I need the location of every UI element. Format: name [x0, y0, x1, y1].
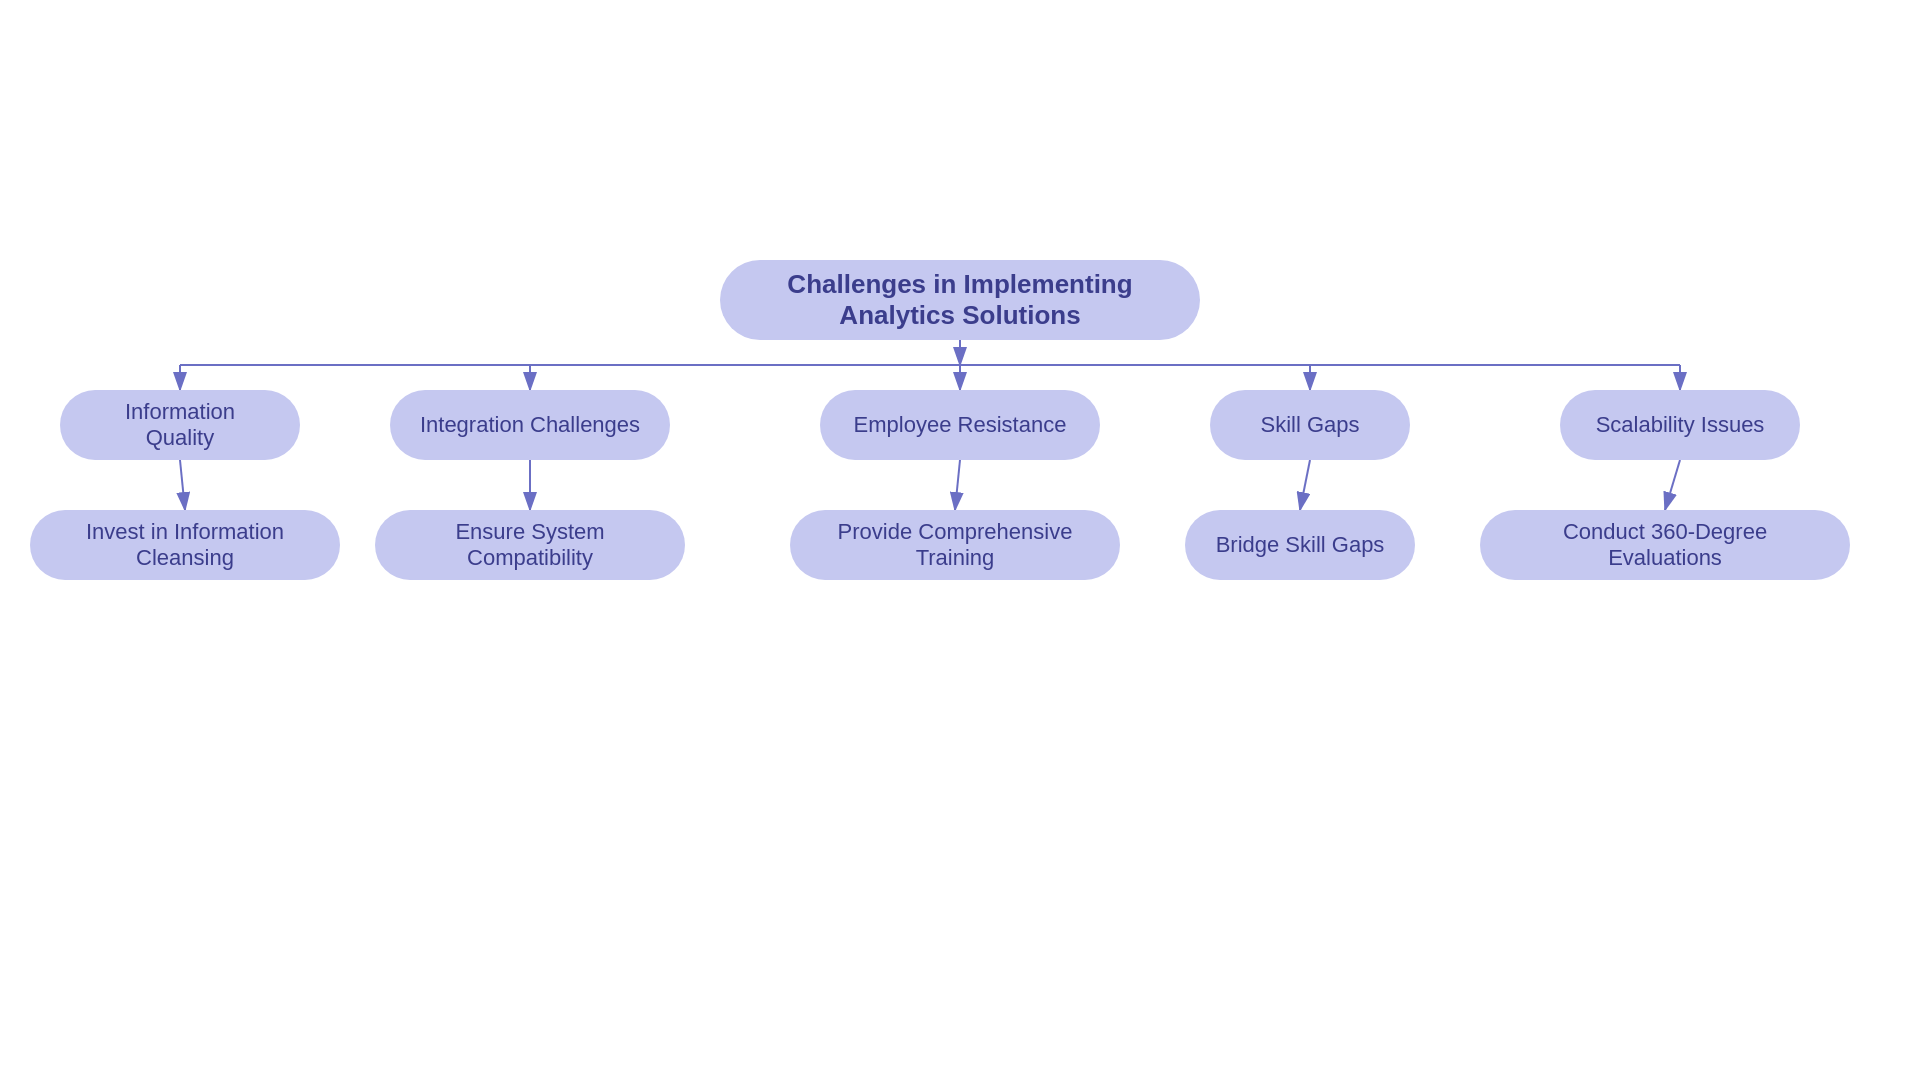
diagram-container: Challenges in Implementing Analytics Sol…	[0, 0, 1920, 1083]
scalability-label: Scalability Issues	[1596, 412, 1765, 438]
skill-gaps-label: Skill Gaps	[1260, 412, 1359, 438]
integration-node: Integration Challenges	[390, 390, 670, 460]
invest-node: Invest in Information Cleansing	[30, 510, 340, 580]
svg-line-8	[180, 460, 185, 510]
invest-label: Invest in Information Cleansing	[58, 519, 312, 571]
info-quality-label: Information Quality	[88, 399, 272, 451]
provide-label: Provide Comprehensive Training	[818, 519, 1092, 571]
svg-line-12	[1665, 460, 1680, 510]
conduct-node: Conduct 360-Degree Evaluations	[1480, 510, 1850, 580]
conduct-label: Conduct 360-Degree Evaluations	[1508, 519, 1822, 571]
provide-node: Provide Comprehensive Training	[790, 510, 1120, 580]
root-node: Challenges in Implementing Analytics Sol…	[720, 260, 1200, 340]
root-label: Challenges in Implementing Analytics Sol…	[748, 269, 1172, 331]
bridge-label: Bridge Skill Gaps	[1216, 532, 1385, 558]
svg-line-11	[1300, 460, 1310, 510]
skill-gaps-node: Skill Gaps	[1210, 390, 1410, 460]
ensure-node: Ensure System Compatibility	[375, 510, 685, 580]
scalability-node: Scalability Issues	[1560, 390, 1800, 460]
svg-line-10	[955, 460, 960, 510]
info-quality-node: Information Quality	[60, 390, 300, 460]
ensure-label: Ensure System Compatibility	[403, 519, 657, 571]
employee-node: Employee Resistance	[820, 390, 1100, 460]
employee-label: Employee Resistance	[854, 412, 1067, 438]
integration-label: Integration Challenges	[420, 412, 640, 438]
bridge-node: Bridge Skill Gaps	[1185, 510, 1415, 580]
